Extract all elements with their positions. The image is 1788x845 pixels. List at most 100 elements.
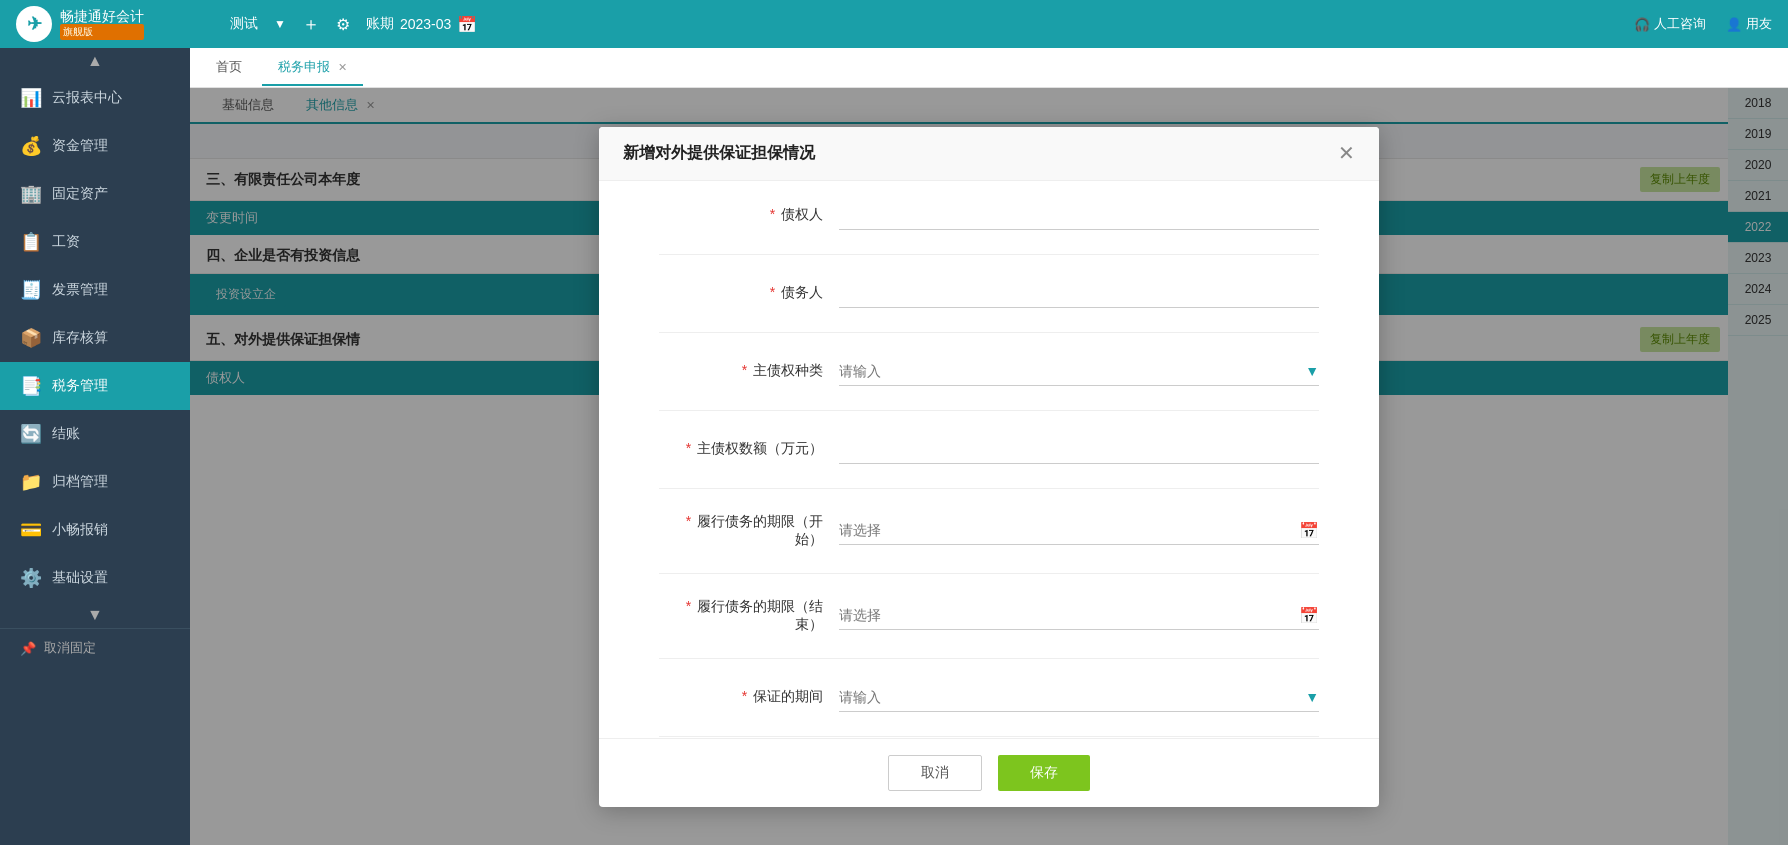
form-row-period-end: * 履行债务的期限（结束） 📅 — [659, 598, 1319, 634]
guarantee-period-input[interactable] — [839, 683, 1319, 712]
modal-body: * 债权人 * 债务人 — [599, 181, 1379, 738]
period-start-wrap: 📅 — [839, 516, 1319, 545]
period-start-calendar-icon[interactable]: 📅 — [1299, 521, 1319, 540]
sidebar: ▲ 📊 云报表中心 💰 资金管理 🏢 固定资产 📋 工资 🧾 发票管理 📦 库存… — [0, 48, 190, 845]
sidebar-item-tax[interactable]: 📑 税务管理 — [0, 362, 190, 410]
sidebar-item-settlement[interactable]: 🔄 结账 — [0, 410, 190, 458]
calendar-icon[interactable]: 📅 — [457, 15, 477, 34]
period-end-wrap: 📅 — [839, 601, 1319, 630]
guarantee-period-label: * 保证的期间 — [659, 688, 839, 706]
logo-title: 畅捷通好会计 — [60, 8, 144, 25]
modal-close-button[interactable]: ✕ — [1338, 143, 1355, 163]
modal-title: 新增对外提供保证担保情况 — [623, 143, 815, 164]
form-row-period-start: * 履行债务的期限（开始） 📅 — [659, 513, 1319, 549]
form-row-guarantee-period: * 保证的期间 ▼ — [659, 683, 1319, 712]
form-row-creditor: * 债权人 — [659, 201, 1319, 230]
topbar-center: 测试 ▼ ＋ ⚙ 账期 2023-03 📅 — [206, 12, 1634, 36]
inventory-icon: 📦 — [20, 327, 42, 349]
sidebar-item-expense[interactable]: 💳 小畅报销 — [0, 506, 190, 554]
service-button[interactable]: 🎧 人工咨询 — [1634, 15, 1706, 33]
period-display: 账期 2023-03 📅 — [366, 15, 477, 34]
modal: 新增对外提供保证担保情况 ✕ * 债权人 — [599, 127, 1379, 807]
tab-tax-filing[interactable]: 税务申报 ✕ — [262, 50, 363, 86]
period-end-calendar-icon[interactable]: 📅 — [1299, 606, 1319, 625]
content-area: 基础信息 其他信息 ✕ ↻ 刷新 三、有限责任公司本年度 复制上年度 — [190, 88, 1788, 845]
debt-type-input[interactable] — [839, 357, 1319, 386]
company-name: 测试 — [230, 15, 258, 33]
archives-icon: 📁 — [20, 471, 42, 493]
sidebar-item-invoices[interactable]: 🧾 发票管理 — [0, 266, 190, 314]
period-end-input[interactable] — [839, 601, 1319, 630]
sidebar-item-archives[interactable]: 📁 归档管理 — [0, 458, 190, 506]
settlement-icon: 🔄 — [20, 423, 42, 445]
cloud-reports-icon: 📊 — [20, 87, 42, 109]
tab-close-icon[interactable]: ✕ — [338, 61, 347, 73]
guarantee-period-wrap: ▼ — [839, 683, 1319, 712]
period-label: 账期 — [366, 15, 394, 33]
sidebar-item-label: 归档管理 — [52, 473, 108, 491]
funds-icon: 💰 — [20, 135, 42, 157]
modal-header: 新增对外提供保证担保情况 ✕ — [599, 127, 1379, 181]
sidebar-item-label: 小畅报销 — [52, 521, 108, 539]
period-start-input[interactable] — [839, 516, 1319, 545]
fixed-assets-icon: 🏢 — [20, 183, 42, 205]
debtor-label: * 债务人 — [659, 284, 839, 302]
sidebar-item-label: 固定资产 — [52, 185, 108, 203]
debt-amount-label: * 主债权数额（万元） — [659, 440, 839, 458]
period-end-label: * 履行债务的期限（结束） — [659, 598, 839, 634]
sidebar-unpin-button[interactable]: 📌 取消固定 — [0, 628, 190, 667]
gear-icon[interactable]: ⚙ — [336, 15, 350, 34]
debt-amount-input[interactable] — [839, 435, 1319, 464]
payroll-icon: 📋 — [20, 231, 42, 253]
sidebar-item-label: 基础设置 — [52, 569, 108, 587]
invoices-icon: 🧾 — [20, 279, 42, 301]
logo-badge: 旗舰版 — [60, 24, 144, 40]
sidebar-item-payroll[interactable]: 📋 工资 — [0, 218, 190, 266]
sidebar-item-label: 资金管理 — [52, 137, 108, 155]
headset-icon: 🎧 — [1634, 17, 1650, 32]
add-icon[interactable]: ＋ — [302, 12, 320, 36]
debt-type-label: * 主债权种类 — [659, 362, 839, 380]
form-row-debt-type: * 主债权种类 ▼ — [659, 357, 1319, 386]
logo-icon: ✈ — [16, 6, 52, 42]
period-start-label: * 履行债务的期限（开始） — [659, 513, 839, 549]
basic-settings-icon: ⚙️ — [20, 567, 42, 589]
sidebar-item-funds[interactable]: 💰 资金管理 — [0, 122, 190, 170]
sidebar-item-label: 结账 — [52, 425, 80, 443]
period-value: 2023-03 — [400, 16, 451, 32]
logo: ✈ 畅捷通好会计 旗舰版 — [16, 6, 206, 42]
sidebar-item-label: 发票管理 — [52, 281, 108, 299]
form-row-debtor: * 债务人 — [659, 279, 1319, 308]
form-row-debt-amount: * 主债权数额（万元） — [659, 435, 1319, 464]
sidebar-item-label: 工资 — [52, 233, 80, 251]
tabbar: 首页 税务申报 ✕ — [190, 48, 1788, 88]
creditor-input[interactable] — [839, 201, 1319, 230]
modal-footer: 取消 保存 — [599, 738, 1379, 807]
debt-type-select-wrap: ▼ — [839, 357, 1319, 386]
main-area: 首页 税务申报 ✕ 基础信息 其他信息 ✕ ↻ — [190, 48, 1788, 845]
cancel-button[interactable]: 取消 — [888, 755, 982, 791]
logo-text-block: 畅捷通好会计 旗舰版 — [60, 8, 144, 41]
topbar: ✈ 畅捷通好会计 旗舰版 测试 ▼ ＋ ⚙ 账期 2023-03 📅 🎧 人工咨… — [0, 0, 1788, 48]
debtor-input[interactable] — [839, 279, 1319, 308]
tab-home[interactable]: 首页 — [200, 50, 258, 86]
sidebar-item-fixed-assets[interactable]: 🏢 固定资产 — [0, 170, 190, 218]
sidebar-item-basic-settings[interactable]: ⚙️ 基础设置 — [0, 554, 190, 602]
user-icon: 👤 — [1726, 17, 1742, 32]
sidebar-item-cloud-reports[interactable]: 📊 云报表中心 — [0, 74, 190, 122]
topbar-right: 🎧 人工咨询 👤 用友 — [1634, 15, 1772, 33]
sidebar-scroll-down[interactable]: ▼ — [0, 602, 190, 628]
sidebar-item-label: 税务管理 — [52, 377, 108, 395]
sidebar-item-label: 库存核算 — [52, 329, 108, 347]
tax-icon: 📑 — [20, 375, 42, 397]
user-button[interactable]: 👤 用友 — [1726, 15, 1772, 33]
save-button[interactable]: 保存 — [998, 755, 1090, 791]
sidebar-scroll-up[interactable]: ▲ — [0, 48, 190, 74]
pin-icon: 📌 — [20, 641, 36, 656]
company-chevron-icon[interactable]: ▼ — [274, 17, 286, 31]
sidebar-item-label: 云报表中心 — [52, 89, 122, 107]
modal-overlay: 新增对外提供保证担保情况 ✕ * 债权人 — [190, 88, 1788, 845]
creditor-label: * 债权人 — [659, 206, 839, 224]
expense-icon: 💳 — [20, 519, 42, 541]
sidebar-item-inventory[interactable]: 📦 库存核算 — [0, 314, 190, 362]
